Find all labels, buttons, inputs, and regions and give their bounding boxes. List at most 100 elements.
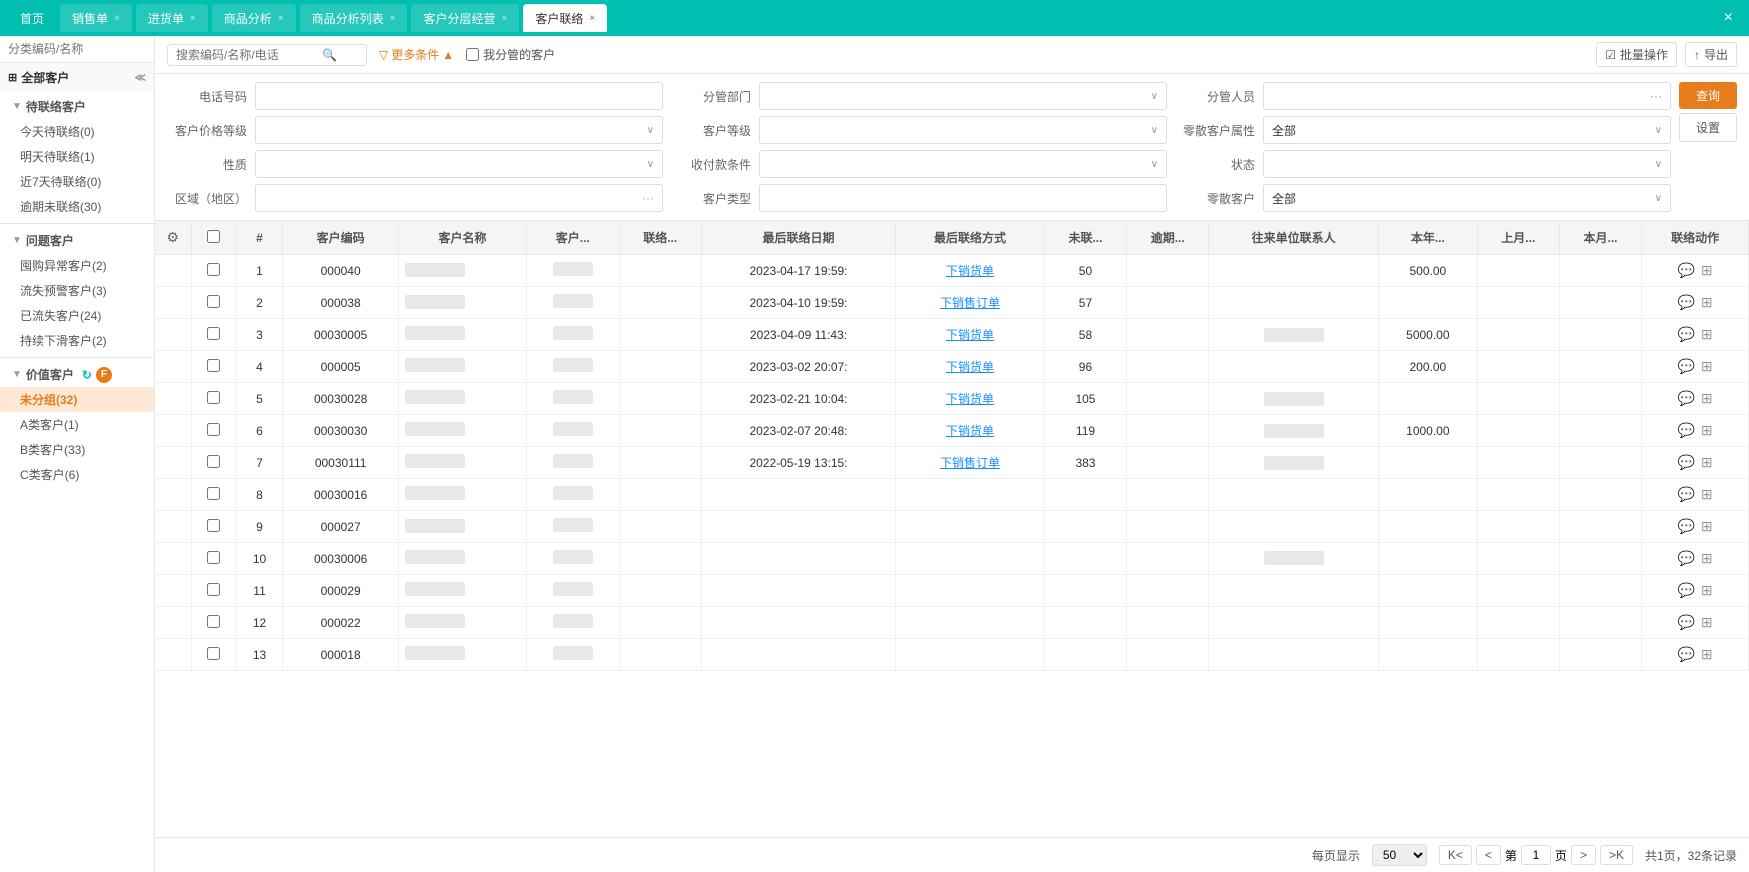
next-page-btn[interactable]: > — [1571, 845, 1596, 865]
prev-page-btn[interactable]: < — [1476, 845, 1501, 865]
method-link[interactable]: 下销货单 — [946, 424, 994, 438]
chat-icon[interactable]: 💬 — [1677, 358, 1694, 375]
chat-icon[interactable]: 💬 — [1677, 486, 1694, 503]
grid-action-icon[interactable]: ⊞ — [1701, 646, 1713, 663]
phone-input[interactable] — [255, 82, 663, 110]
search-icon[interactable]: 🔍 — [322, 48, 337, 62]
sidebar-item-overdue[interactable]: 逾期未联络(30) — [0, 194, 154, 219]
nav-tab-sales[interactable]: 销售单 × — [60, 4, 132, 32]
nav-tab-purchase[interactable]: 进货单 × — [136, 4, 208, 32]
chat-icon[interactable]: 💬 — [1677, 390, 1694, 407]
chat-icon[interactable]: 💬 — [1677, 326, 1694, 343]
tab-close-icon[interactable]: × — [190, 13, 196, 24]
payment-select[interactable]: ∨ — [759, 150, 1167, 178]
chat-icon[interactable]: 💬 — [1677, 550, 1694, 567]
batch-ops-btn[interactable]: ☑ 批量操作 — [1596, 42, 1677, 67]
method-link[interactable]: 下销货单 — [946, 328, 994, 342]
search-input[interactable] — [176, 48, 316, 62]
collapse-icon[interactable]: ≪ — [134, 71, 146, 84]
nav-tab-customer-contact[interactable]: 客户联络 × — [523, 4, 607, 32]
grid-action-icon[interactable]: ⊞ — [1701, 518, 1713, 535]
row-checkbox[interactable] — [207, 263, 220, 276]
chat-icon[interactable]: 💬 — [1677, 582, 1694, 599]
row-checkbox[interactable] — [207, 647, 220, 660]
tab-close-icon[interactable]: × — [390, 13, 396, 24]
row-checkbox[interactable] — [207, 359, 220, 372]
nature-select[interactable]: ∨ — [255, 150, 663, 178]
row-checkbox[interactable] — [207, 455, 220, 468]
all-customers-header[interactable]: ⊞ 全部客户 ≪ — [0, 63, 154, 92]
grid-action-icon[interactable]: ⊞ — [1701, 486, 1713, 503]
sidebar-item-today[interactable]: 今天待联络(0) — [0, 119, 154, 144]
status-select[interactable]: ∨ — [1263, 150, 1671, 178]
sidebar-item-declining[interactable]: 持续下滑客户(2) — [0, 328, 154, 353]
tab-close-icon[interactable]: × — [501, 13, 507, 24]
row-checkbox[interactable] — [207, 615, 220, 628]
grid-action-icon[interactable]: ⊞ — [1701, 390, 1713, 407]
sidebar-item-class-c[interactable]: C类客户(6) — [0, 462, 154, 487]
chat-icon[interactable]: 💬 — [1677, 262, 1694, 279]
grid-action-icon[interactable]: ⊞ — [1701, 294, 1713, 311]
settings-gear-icon[interactable]: ⚙ — [166, 229, 179, 246]
row-checkbox[interactable] — [207, 327, 220, 340]
row-checkbox[interactable] — [207, 423, 220, 436]
method-link[interactable]: 下销售订单 — [940, 296, 1000, 310]
customer-tier-select[interactable]: ∨ — [759, 116, 1167, 144]
refresh-icon[interactable]: ↻ — [82, 368, 92, 382]
query-button[interactable]: 查询 — [1679, 82, 1737, 109]
region-input[interactable]: ··· — [255, 184, 663, 212]
grid-action-icon[interactable]: ⊞ — [1701, 454, 1713, 471]
problem-customers-title[interactable]: ▼ 问题客户 — [0, 228, 154, 253]
sidebar-item-churned[interactable]: 已流失客户(24) — [0, 303, 154, 328]
sidebar-item-class-a[interactable]: A类客户(1) — [0, 412, 154, 437]
sidebar-item-class-b[interactable]: B类客户(33) — [0, 437, 154, 462]
last-page-btn[interactable]: >K — [1600, 845, 1633, 865]
my-customers-checkbox[interactable] — [466, 48, 479, 61]
nav-home[interactable]: 首页 — [8, 4, 56, 32]
chat-icon[interactable]: 💬 — [1677, 614, 1694, 631]
pending-contact-title[interactable]: ▼ 待联络客户 — [0, 94, 154, 119]
sidebar-item-ungrouped[interactable]: 未分组(32) — [0, 387, 154, 412]
chat-icon[interactable]: 💬 — [1677, 422, 1694, 439]
method-link[interactable]: 下销货单 — [946, 392, 994, 406]
row-checkbox[interactable] — [207, 551, 220, 564]
row-checkbox[interactable] — [207, 583, 220, 596]
more-conditions-btn[interactable]: ▽ 更多条件 ▲ — [379, 46, 454, 63]
grid-action-icon[interactable]: ⊞ — [1701, 422, 1713, 439]
reset-button[interactable]: 设置 — [1679, 113, 1737, 142]
chat-icon[interactable]: 💬 — [1677, 454, 1694, 471]
sidebar-item-tomorrow[interactable]: 明天待联络(1) — [0, 144, 154, 169]
dept-select[interactable]: ∨ — [759, 82, 1167, 110]
page-number-input[interactable] — [1521, 845, 1551, 865]
nav-tab-customer-tier[interactable]: 客户分层经营 × — [411, 4, 519, 32]
window-close-icon[interactable]: × — [1716, 9, 1741, 27]
chat-icon[interactable]: 💬 — [1677, 518, 1694, 535]
sidebar-item-7days[interactable]: 近7天待联络(0) — [0, 169, 154, 194]
sidebar-item-hoard[interactable]: 囤购异常客户(2) — [0, 253, 154, 278]
first-page-btn[interactable]: K< — [1439, 845, 1472, 865]
nav-tab-goods-list[interactable]: 商品分析列表 × — [300, 4, 408, 32]
person-input[interactable]: ··· — [1263, 82, 1671, 110]
grid-action-icon[interactable]: ⊞ — [1701, 262, 1713, 279]
page-size-select[interactable]: 50 100 200 — [1372, 844, 1427, 866]
value-customers-title[interactable]: ▼ 价值客户 ↻ F — [0, 362, 154, 387]
price-tier-select[interactable]: ∨ — [255, 116, 663, 144]
customer-type-input[interactable] — [759, 184, 1167, 212]
row-checkbox[interactable] — [207, 487, 220, 500]
chat-icon[interactable]: 💬 — [1677, 294, 1694, 311]
grid-action-icon[interactable]: ⊞ — [1701, 550, 1713, 567]
retail-customer-select[interactable]: 全部 ∨ — [1263, 184, 1671, 212]
tab-close-icon[interactable]: × — [278, 13, 284, 24]
tab-close-active-icon[interactable]: × — [589, 13, 595, 24]
retail-attr-select[interactable]: 全部 ∨ — [1263, 116, 1671, 144]
row-checkbox[interactable] — [207, 391, 220, 404]
sidebar-item-churn-warning[interactable]: 流失预警客户(3) — [0, 278, 154, 303]
chat-icon[interactable]: 💬 — [1677, 646, 1694, 663]
row-checkbox[interactable] — [207, 295, 220, 308]
export-btn[interactable]: ↑ 导出 — [1685, 42, 1737, 67]
select-all-checkbox[interactable] — [207, 230, 220, 243]
nav-tab-goods-analysis[interactable]: 商品分析 × — [212, 4, 296, 32]
method-link[interactable]: 下销售订单 — [940, 456, 1000, 470]
grid-action-icon[interactable]: ⊞ — [1701, 614, 1713, 631]
grid-action-icon[interactable]: ⊞ — [1701, 358, 1713, 375]
